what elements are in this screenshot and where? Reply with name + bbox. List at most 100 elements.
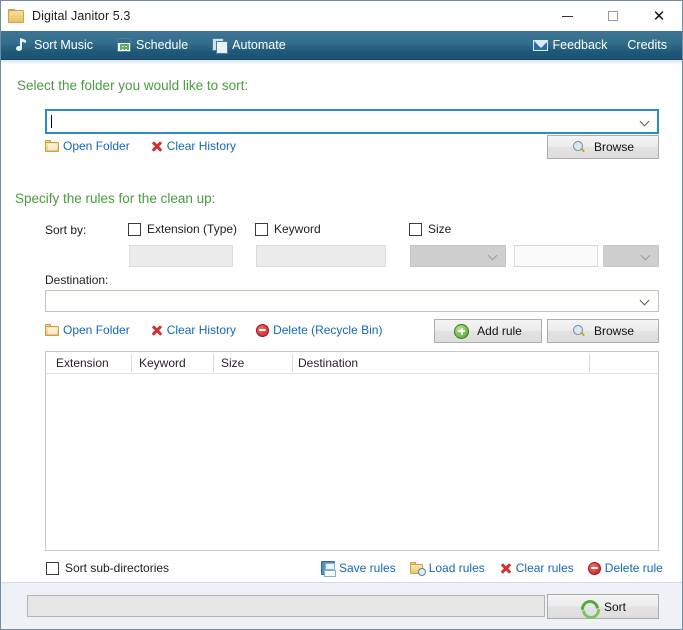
menu-bar: Sort Music Schedule Automate Feedback Cr…	[1, 31, 682, 60]
minus-circle-icon	[256, 323, 270, 337]
text-cursor	[51, 115, 52, 128]
chevron-down-icon	[489, 252, 497, 260]
menu-item-sort-music[interactable]: Sort Music	[9, 31, 100, 60]
extension-input[interactable]	[129, 245, 233, 267]
checkbox-size-box[interactable]	[409, 222, 422, 236]
sort-button-label: Sort	[603, 599, 626, 614]
menu-item-automate[interactable]: Automate	[205, 31, 293, 60]
browse-folder-button-label: Browse	[593, 140, 634, 154]
rules-section-heading: Specify the rules for the clean up:	[15, 191, 216, 206]
column-header-size[interactable]: Size	[221, 356, 244, 370]
folder-links-row: Open Folder Clear History	[45, 139, 236, 153]
size-operator-select[interactable]	[410, 245, 506, 267]
magnifier-icon	[572, 140, 586, 154]
save-rules-link-label: Save rules	[339, 561, 396, 575]
minimize-button[interactable]	[544, 1, 590, 31]
add-rule-button-label: Add rule	[477, 324, 522, 338]
destination-label: Destination:	[45, 273, 109, 287]
browse-destination-button[interactable]: Browse	[547, 319, 659, 343]
destination-clear-history-label: Clear History	[166, 323, 237, 337]
delete-recycle-bin-label: Delete (Recycle Bin)	[273, 323, 383, 337]
load-rules-link[interactable]: Load rules	[409, 561, 485, 576]
destination-open-folder-label: Open Folder	[63, 323, 130, 337]
destination-combobox[interactable]	[45, 290, 659, 312]
chevron-down-icon[interactable]	[641, 117, 650, 126]
menu-item-feedback[interactable]: Feedback	[526, 31, 615, 60]
maximize-icon	[608, 11, 618, 21]
column-divider[interactable]	[589, 354, 590, 372]
rule-actions-row: Save rules Load rules Clear rules Delete…	[321, 561, 663, 577]
checkbox-sort-subdirectories-box[interactable]	[46, 561, 59, 575]
chevron-down-icon	[642, 252, 650, 260]
clear-rules-link[interactable]: Clear rules	[499, 561, 574, 575]
menu-item-schedule[interactable]: Schedule	[110, 31, 195, 60]
size-number-input[interactable]	[514, 245, 598, 267]
window-title: Digital Janitor 5.3	[32, 9, 131, 23]
column-header-keyword[interactable]: Keyword	[139, 356, 186, 370]
minimize-icon	[561, 15, 573, 17]
chevron-down-icon[interactable]	[641, 296, 650, 305]
checkbox-extension-box[interactable]	[128, 222, 141, 236]
application-window: Digital Janitor 5.3 ✕ Sort Music Schedul…	[0, 0, 683, 630]
folder-path-combobox[interactable]	[45, 109, 659, 134]
checkbox-keyword[interactable]: Keyword	[255, 222, 321, 236]
checkbox-size-label: Size	[428, 222, 452, 236]
window-controls: ✕	[544, 1, 682, 31]
magnifier-icon	[572, 324, 586, 338]
sort-by-label: Sort by:	[45, 223, 87, 237]
maximize-button[interactable]	[590, 1, 636, 31]
clear-history-link-label: Clear History	[166, 139, 237, 153]
plus-circle-icon	[454, 323, 470, 339]
checkbox-extension[interactable]: Extension (Type)	[128, 222, 237, 236]
menu-item-feedback-label: Feedback	[552, 38, 608, 52]
music-note-icon	[16, 37, 29, 52]
column-divider[interactable]	[131, 354, 132, 372]
open-folder-link-label: Open Folder	[63, 139, 130, 153]
sort-button[interactable]: Sort	[547, 594, 659, 619]
menu-item-schedule-label: Schedule	[136, 38, 189, 52]
delete-rule-link[interactable]: Delete rule	[587, 561, 663, 575]
status-bar: Sort	[1, 582, 682, 629]
main-content: Select the folder you would like to sort…	[1, 65, 682, 582]
delete-recycle-bin-link[interactable]: Delete (Recycle Bin)	[256, 323, 382, 337]
clear-rules-link-label: Clear rules	[515, 561, 574, 575]
column-divider[interactable]	[292, 354, 293, 372]
clear-history-link[interactable]: Clear History	[150, 139, 236, 153]
menu-left-group: Sort Music Schedule Automate	[9, 31, 293, 60]
open-folder-link[interactable]: Open Folder	[45, 139, 130, 153]
menu-item-automate-label: Automate	[232, 38, 286, 52]
floppy-disk-icon	[321, 561, 336, 577]
progress-bar	[27, 595, 545, 617]
menu-item-credits-label: Credits	[627, 38, 667, 52]
save-rules-link[interactable]: Save rules	[321, 561, 396, 577]
keyword-input[interactable]	[256, 245, 386, 267]
checkbox-size[interactable]: Size	[409, 222, 451, 236]
rules-table-header: Extension Keyword Size Destination	[46, 352, 658, 374]
destination-clear-history-link[interactable]: Clear History	[150, 323, 236, 337]
folder-section-heading: Select the folder you would like to sort…	[17, 78, 249, 93]
folder-icon	[45, 324, 59, 336]
title-bar: Digital Janitor 5.3 ✕	[1, 1, 682, 31]
stacked-pages-icon	[212, 38, 229, 54]
checkbox-sort-subdirectories-label: Sort sub-directories	[65, 561, 170, 575]
menu-item-sort-music-label: Sort Music	[34, 38, 94, 52]
column-header-extension[interactable]: Extension	[56, 356, 109, 370]
destination-open-folder-link[interactable]: Open Folder	[45, 323, 130, 337]
checkbox-keyword-label: Keyword	[274, 222, 321, 236]
close-button[interactable]: ✕	[636, 1, 682, 31]
refresh-arrows-icon	[580, 599, 596, 614]
minus-circle-icon	[587, 561, 601, 575]
browse-folder-button[interactable]: Browse	[547, 135, 659, 159]
size-unit-select[interactable]	[603, 245, 659, 267]
column-divider[interactable]	[213, 354, 214, 372]
rules-table[interactable]: Extension Keyword Size Destination	[45, 351, 659, 551]
close-icon: ✕	[652, 6, 666, 25]
destination-links-row: Open Folder Clear History Delete (Recycl…	[45, 323, 382, 337]
menu-item-credits[interactable]: Credits	[620, 31, 674, 60]
checkbox-sort-subdirectories[interactable]: Sort sub-directories	[46, 561, 169, 575]
delete-rule-link-label: Delete rule	[604, 561, 663, 575]
add-rule-button[interactable]: Add rule	[434, 319, 542, 343]
checkbox-keyword-box[interactable]	[255, 222, 268, 236]
column-header-destination[interactable]: Destination	[298, 356, 358, 370]
browse-destination-button-label: Browse	[593, 324, 634, 338]
